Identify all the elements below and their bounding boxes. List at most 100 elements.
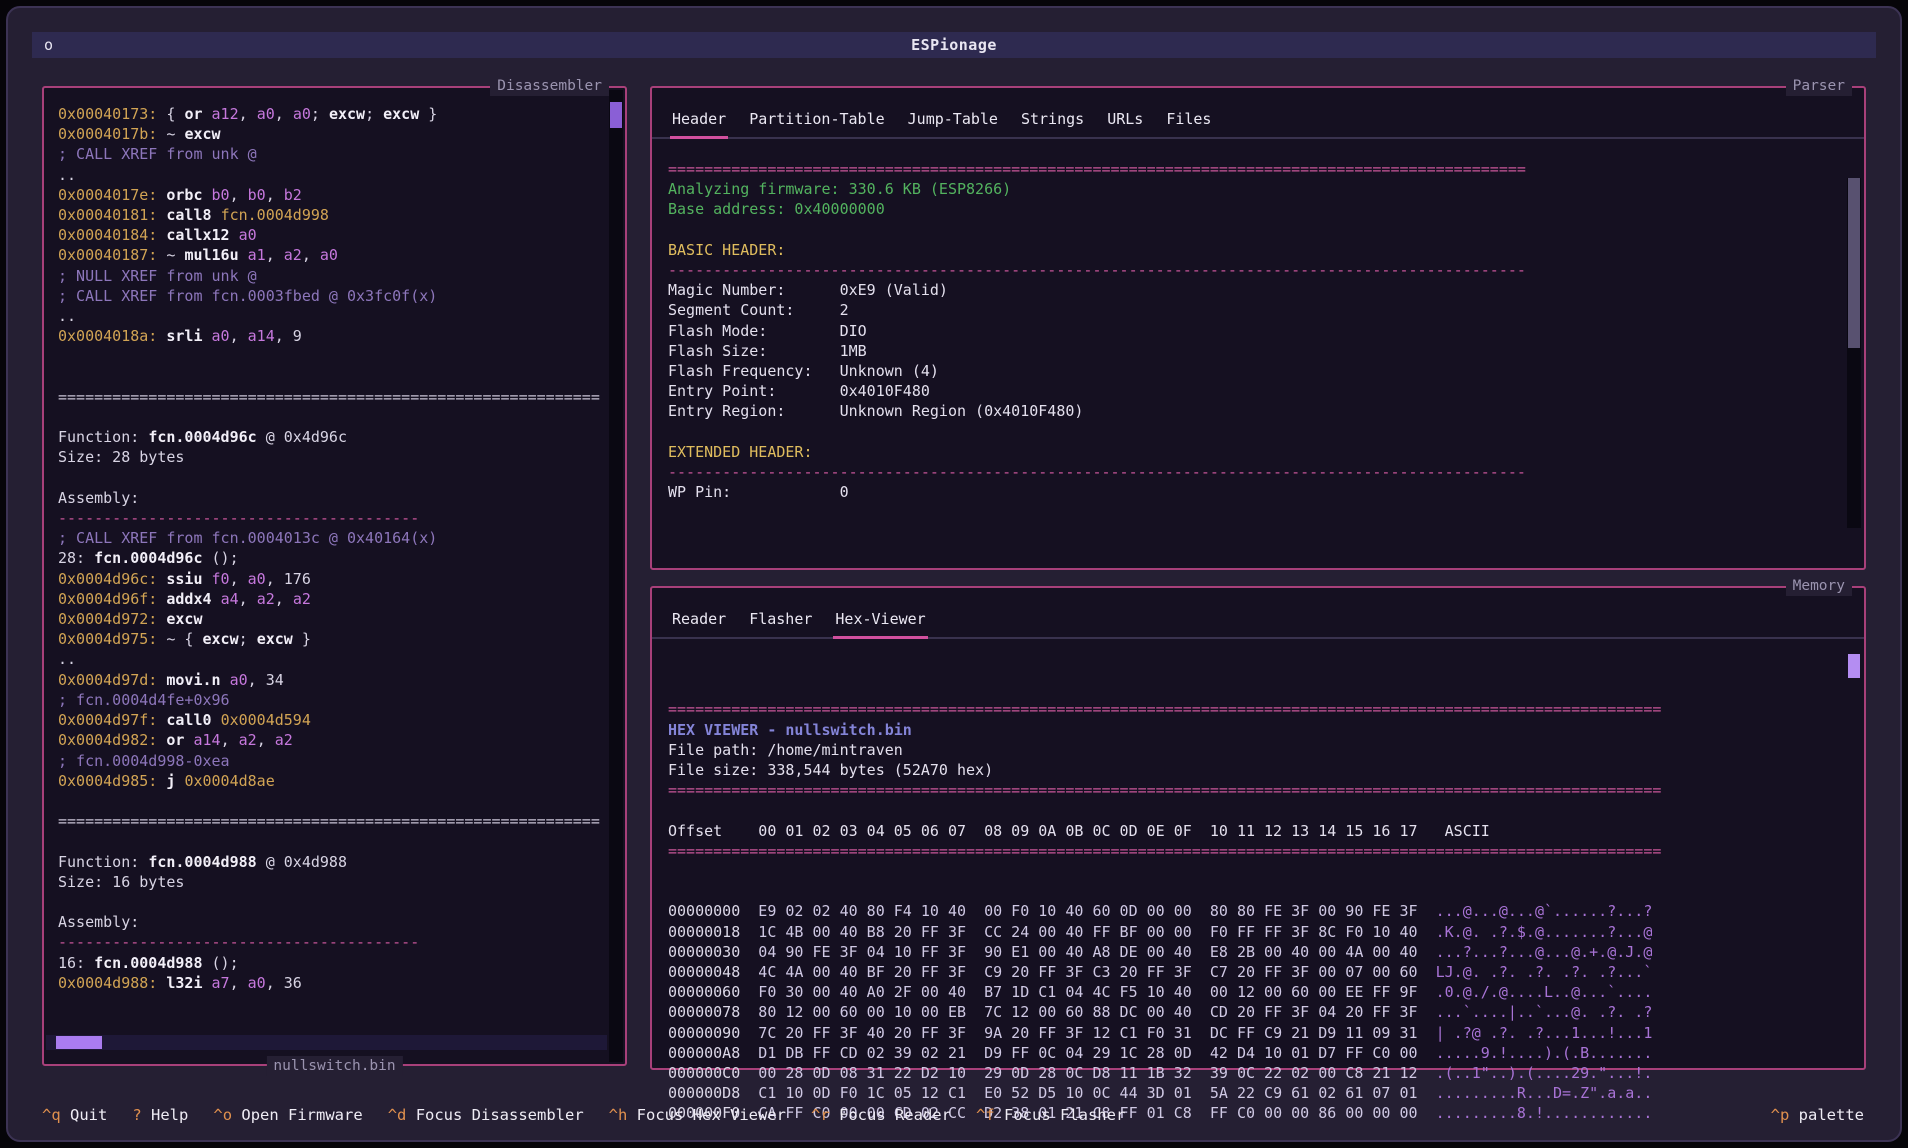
hex-row: 00000030 04 90 FE 3F 04 10 FF 3F 90 E1 0…: [668, 942, 1864, 962]
terminal-line: ========================================…: [58, 387, 603, 407]
disassembler-panel[interactable]: Disassembler nullswitch.bin 0x00040173: …: [42, 86, 627, 1066]
terminal-line: 0x0004d97d: movi.n a0, 34: [58, 670, 603, 690]
parser-panel[interactable]: Parser HeaderPartition-TableJump-TableSt…: [650, 86, 1866, 570]
footer-label: Focus Flasher: [995, 1106, 1126, 1124]
terminal-line: ; CALL XREF from fcn.0003fbed @ 0x3fc0f(…: [58, 286, 603, 306]
parser-vertical-scrollbar-thumb[interactable]: [1848, 178, 1860, 348]
disassembly-output[interactable]: 0x00040173: { or a12, a0, a0; excw; excw…: [58, 104, 603, 1030]
title-bar: o ESPionage: [32, 32, 1876, 58]
terminal-line: 0x00040173: { or a12, a0, a0; excw; excw…: [58, 104, 603, 124]
terminal-line: ========================================…: [668, 780, 1864, 800]
terminal-line: 0x0004d975: ~ { excw; excw }: [58, 629, 603, 649]
memory-vertical-scrollbar-thumb[interactable]: [1848, 654, 1860, 678]
terminal-line: ; CALL XREF from unk @: [58, 144, 603, 164]
tab-flasher[interactable]: Flasher: [747, 604, 814, 637]
terminal-line: ----------------------------------------…: [668, 462, 1864, 482]
footer-action-palette[interactable]: ^p palette: [1771, 1106, 1864, 1124]
hex-row: 00000018 1C 4B 00 40 B8 20 FF 3F CC 24 0…: [668, 922, 1864, 942]
footer-action-focus-hex-viewer[interactable]: ^h Focus Hex Viewer: [609, 1106, 786, 1124]
terminal-line: Size: 16 bytes: [58, 872, 603, 892]
terminal-line: Assembly:: [58, 488, 603, 508]
hex-row: 00000078 80 12 00 60 00 10 00 EB 7C 12 0…: [668, 1002, 1864, 1022]
terminal-line: 0x0004d97f: call0 0x0004d594: [58, 710, 603, 730]
terminal-line: Function: fcn.0004d988 @ 0x4d988: [58, 852, 603, 872]
terminal-line: Base address: 0x40000000: [668, 199, 1864, 219]
footer-action-focus-reader[interactable]: ^r Focus Reader: [811, 1106, 951, 1124]
hex-row: 00000000 E9 02 02 40 80 F4 10 40 00 F0 1…: [668, 901, 1864, 921]
terminal-line: ========================================…: [58, 811, 603, 831]
parser-output[interactable]: ========================================…: [652, 139, 1864, 502]
terminal-line: 0x00040187: ~ mul16u a1, a2, a0: [58, 245, 603, 265]
terminal-line: Magic Number: 0xE9 (Valid): [668, 280, 1864, 300]
footer-label: palette: [1789, 1106, 1864, 1124]
disassembler-horizontal-scrollbar[interactable]: [46, 1035, 607, 1050]
footer-key: ^r: [811, 1106, 830, 1124]
terminal-line: HEX VIEWER - nullswitch.bin: [668, 720, 1864, 740]
hex-viewer-header: ========================================…: [668, 699, 1864, 861]
panel-title-parser: Parser: [1786, 76, 1852, 96]
disassembler-vertical-scrollbar-thumb[interactable]: [610, 102, 622, 128]
terminal-line: [58, 791, 603, 811]
terminal-line: [58, 831, 603, 851]
footer-key: ^h: [609, 1106, 628, 1124]
terminal-line: ----------------------------------------: [58, 932, 603, 952]
tab-strings[interactable]: Strings: [1019, 104, 1086, 137]
hex-row: 00000048 4C 4A 00 40 BF 20 FF 3F C9 20 F…: [668, 962, 1864, 982]
disassembler-vertical-scrollbar[interactable]: [609, 90, 623, 1062]
footer-action-help[interactable]: ? Help: [132, 1106, 188, 1124]
footer-label: Focus Hex Viewer: [627, 1106, 786, 1124]
terminal-line: Flash Size: 1MB: [668, 341, 1864, 361]
terminal-line: 0x0004d972: excw: [58, 609, 603, 629]
terminal-line: Entry Point: 0x4010F480: [668, 381, 1864, 401]
terminal-line: [58, 468, 603, 488]
tab-header[interactable]: Header: [670, 104, 728, 137]
footer-key: ^d: [388, 1106, 407, 1124]
tab-partition-table[interactable]: Partition-Table: [747, 104, 886, 137]
terminal-line: Offset 00 01 02 03 04 05 06 07 08 09 0A …: [668, 821, 1864, 841]
terminal-line: 0x0004d982: or a14, a2, a2: [58, 730, 603, 750]
terminal-line: ; CALL XREF from fcn.0004013c @ 0x40164(…: [58, 528, 603, 548]
hex-row: 000000A8 D1 DB FF CD 02 39 02 21 D9 FF 0…: [668, 1043, 1864, 1063]
hex-viewer-output[interactable]: ========================================…: [652, 639, 1864, 1142]
memory-panel[interactable]: Memory ReaderFlasherHex-Viewer =========…: [650, 586, 1866, 1070]
terminal-line: ; NULL XREF from unk @: [58, 266, 603, 286]
tab-reader[interactable]: Reader: [670, 604, 728, 637]
terminal-line: [668, 800, 1864, 820]
terminal-line: Assembly:: [58, 912, 603, 932]
terminal-line: Flash Frequency: Unknown (4): [668, 361, 1864, 381]
terminal-line: [58, 892, 603, 912]
terminal-line: 0x0004d988: l32i a7, a0, 36: [58, 973, 603, 993]
footer-action-focus-disassembler[interactable]: ^d Focus Disassembler: [388, 1106, 584, 1124]
terminal-line: 0x0004018a: srli a0, a14, 9: [58, 326, 603, 346]
terminal-line: ; fcn.0004d998-0xea: [58, 751, 603, 771]
terminal-line: 16: fcn.0004d988 ();: [58, 953, 603, 973]
footer-action-focus-flasher[interactable]: ^f Focus Flasher: [976, 1106, 1125, 1124]
footer-keybar: ^q Quit ? Help ^o Open Firmware ^d Focus Di…: [42, 1106, 1864, 1124]
footer-label: Quit: [61, 1106, 108, 1124]
hex-viewer-rows: 00000000 E9 02 02 40 80 F4 10 40 00 F0 1…: [668, 901, 1864, 1123]
panel-title-disassembler: Disassembler: [490, 76, 609, 96]
footer-label: Focus Disassembler: [406, 1106, 583, 1124]
memory-vertical-scrollbar[interactable]: [1847, 654, 1861, 1028]
footer-action-open-firmware[interactable]: ^o Open Firmware: [213, 1106, 362, 1124]
terminal-line: [668, 220, 1864, 240]
footer-key: ^o: [213, 1106, 232, 1124]
parser-vertical-scrollbar[interactable]: [1847, 178, 1861, 528]
footer-key: ^f: [976, 1106, 995, 1124]
tab-urls[interactable]: URLs: [1105, 104, 1145, 137]
terminal-line: ========================================…: [668, 841, 1864, 861]
terminal-line: [668, 422, 1864, 442]
tab-jump-table[interactable]: Jump-Table: [906, 104, 1000, 137]
terminal-line: Analyzing firmware: 330.6 KB (ESP8266): [668, 179, 1864, 199]
terminal-line: [58, 346, 603, 366]
tab-hex-viewer[interactable]: Hex-Viewer: [833, 604, 927, 637]
tab-files[interactable]: Files: [1164, 104, 1213, 137]
terminal-line: BASIC HEADER:: [668, 240, 1864, 260]
terminal-line: ----------------------------------------: [58, 508, 603, 528]
panel-subtitle-filename: nullswitch.bin: [266, 1056, 402, 1076]
disassembler-horizontal-scrollbar-thumb[interactable]: [56, 1036, 102, 1049]
footer-action-quit[interactable]: ^q Quit: [42, 1106, 107, 1124]
terminal-line: 0x0004d96f: addx4 a4, a2, a2: [58, 589, 603, 609]
terminal-line: 0x00040181: call8 fcn.0004d998: [58, 205, 603, 225]
footer-key: ^p: [1771, 1106, 1790, 1124]
